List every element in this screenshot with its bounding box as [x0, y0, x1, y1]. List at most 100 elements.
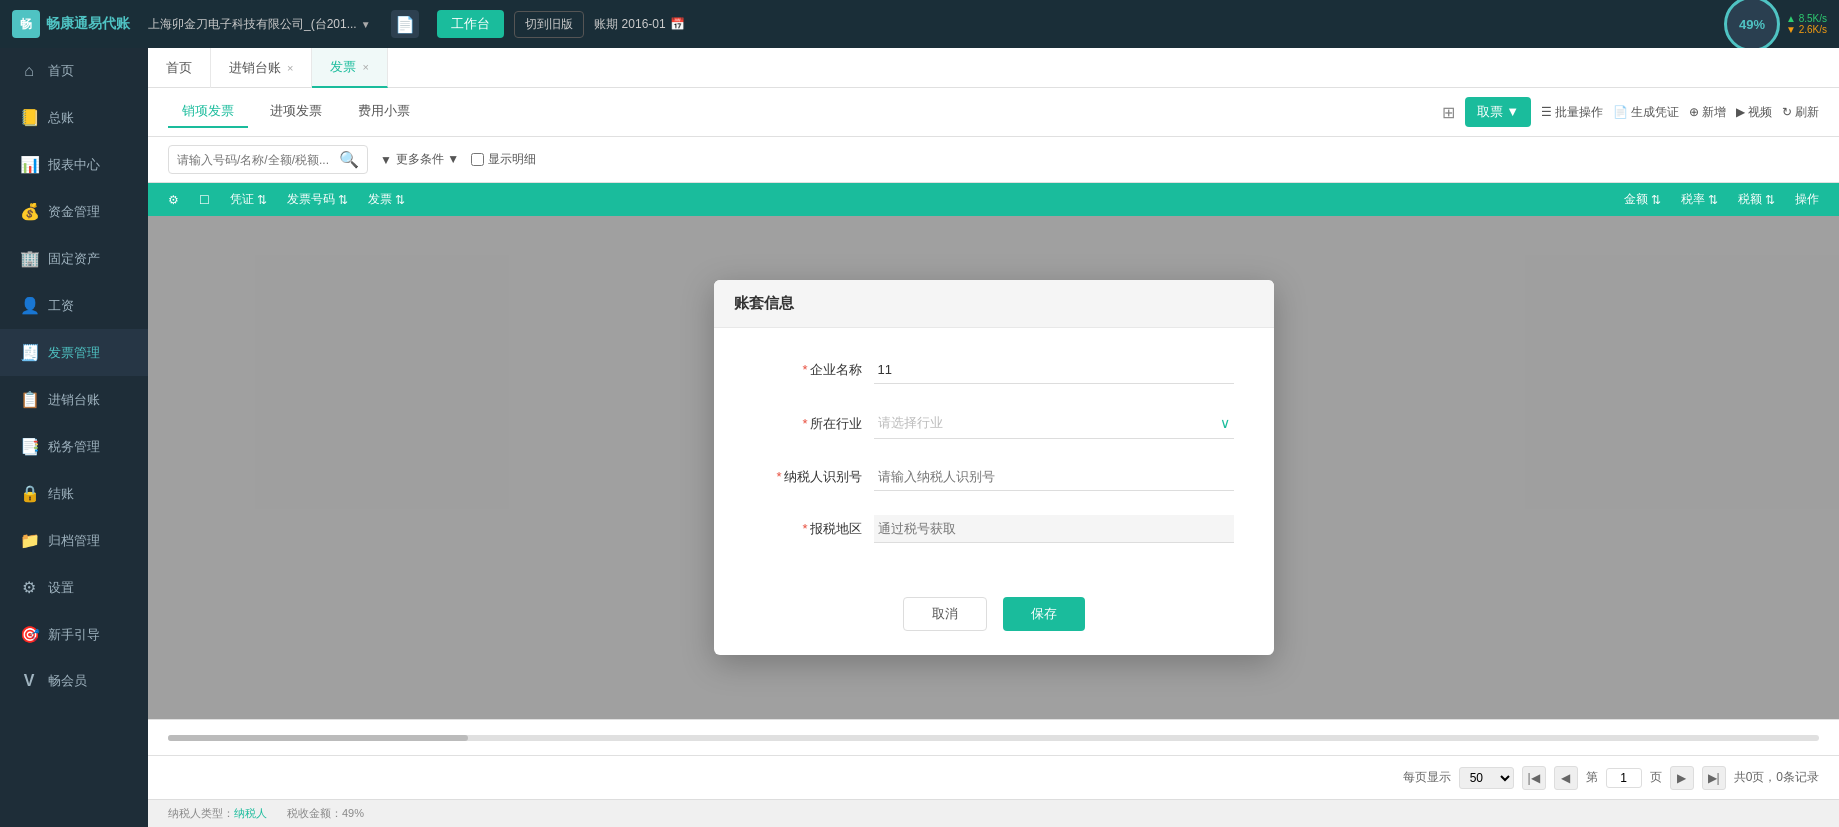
- pagination-bar: 每页显示 50 100 200 |◀ ◀ 第 页 ▶ ▶| 共0页，0条记录: [148, 755, 1839, 799]
- tab-invoice[interactable]: 发票 ×: [312, 48, 387, 88]
- company-dropdown-arrow: ▼: [361, 19, 371, 30]
- content-area: 首页 进销台账 × 发票 × 销项发票 进项发票 费用小票 ⊞: [148, 48, 1839, 827]
- filter-bar: 🔍 ▼ 更多条件 ▼ 显示明细: [148, 137, 1839, 183]
- logo-text: 畅康通易代账: [46, 15, 130, 33]
- sidebar-item-home[interactable]: ⌂ 首页: [0, 48, 148, 94]
- company-selector[interactable]: 上海卯金刀电子科技有限公司_(台201... ▼: [148, 16, 371, 33]
- footer-text: 纳税人类型：纳税人: [168, 806, 267, 821]
- search-box[interactable]: 🔍: [168, 145, 368, 174]
- cancel-button[interactable]: 取消: [903, 597, 987, 631]
- modal-overlay: 账套信息 *企业名称 *所在行业: [148, 216, 1839, 719]
- video-icon: ▶: [1736, 105, 1745, 119]
- refresh-button[interactable]: ↻ 刷新: [1782, 104, 1819, 121]
- show-detail-check[interactable]: [471, 153, 484, 166]
- first-page-button[interactable]: |◀: [1522, 766, 1546, 790]
- col-tax-amount[interactable]: 税额 ⇅: [1738, 191, 1775, 208]
- page-suffix: 页: [1650, 769, 1662, 786]
- gen-voucher-button[interactable]: 📄 生成凭证: [1613, 104, 1679, 121]
- sidebar-item-invoice[interactable]: 🧾 发票管理: [0, 329, 148, 376]
- main-layout: ⌂ 首页 📒 总账 📊 报表中心 💰 资金管理 🏢 固定资产 👤 工资 🧾 发票…: [0, 48, 1839, 827]
- industry-select[interactable]: 请选择行业 ∨: [874, 408, 1234, 439]
- add-button[interactable]: ⊕ 新增: [1689, 104, 1726, 121]
- filter-icon: ▼: [380, 153, 392, 167]
- reports-icon: 📊: [20, 155, 38, 174]
- last-page-button[interactable]: ▶|: [1702, 766, 1726, 790]
- per-page-select[interactable]: 50 100 200: [1459, 767, 1514, 789]
- sidebar-item-close[interactable]: 🔒 结账: [0, 470, 148, 517]
- sidebar-item-tax[interactable]: 📑 税务管理: [0, 423, 148, 470]
- batch-op-button[interactable]: ☰ 批量操作: [1541, 104, 1603, 121]
- form-row-tax-region: *报税地区: [754, 515, 1234, 543]
- tab-purchase-close[interactable]: ×: [287, 62, 293, 74]
- footer-link[interactable]: 纳税人: [234, 807, 267, 819]
- search-icon[interactable]: 🔍: [339, 150, 359, 169]
- tab-home[interactable]: 首页: [148, 48, 211, 88]
- page-number-input[interactable]: [1606, 768, 1642, 788]
- show-detail-checkbox[interactable]: 显示明细: [471, 151, 536, 168]
- sidebar-item-assets[interactable]: 🏢 固定资产: [0, 235, 148, 282]
- old-version-button[interactable]: 切到旧版: [514, 11, 584, 38]
- speed-indicator: 49%: [1724, 0, 1780, 52]
- archive-icon: 📁: [20, 531, 38, 550]
- batch-op-icon: ☰: [1541, 105, 1552, 119]
- page-label: 第: [1586, 769, 1598, 786]
- company-name-label: *企业名称: [754, 361, 874, 379]
- tab-invoice-close[interactable]: ×: [362, 61, 368, 73]
- col-voucher[interactable]: 凭证 ⇅: [230, 191, 267, 208]
- doc-icon[interactable]: 📄: [391, 10, 419, 38]
- guide-icon: 🎯: [20, 625, 38, 644]
- sidebar-item-purchase[interactable]: 📋 进销台账: [0, 376, 148, 423]
- take-invoice-button[interactable]: 取票 ▼: [1465, 97, 1531, 127]
- next-page-button[interactable]: ▶: [1670, 766, 1694, 790]
- tax-id-label: *纳税人识别号: [754, 468, 874, 486]
- company-name-input[interactable]: [874, 356, 1234, 384]
- show-detail-label: 显示明细: [488, 151, 536, 168]
- sidebar-item-settings[interactable]: ⚙ 设置: [0, 564, 148, 611]
- save-button[interactable]: 保存: [1003, 597, 1085, 631]
- sidebar-label-archive: 归档管理: [48, 532, 100, 550]
- search-input[interactable]: [177, 153, 333, 167]
- speed-info: ▲ 8.5K/s ▼ 2.6K/s: [1786, 13, 1827, 35]
- sidebar-item-ledger[interactable]: 📒 总账: [0, 94, 148, 141]
- sort-tax-icon: ⇅: [1765, 193, 1775, 207]
- form-row-industry: *所在行业 请选择行业 ∨: [754, 408, 1234, 439]
- more-filter-button[interactable]: ▼ 更多条件 ▼: [380, 151, 459, 168]
- sidebar-label-purchase: 进销台账: [48, 391, 100, 409]
- account-info-modal: 账套信息 *企业名称 *所在行业: [714, 280, 1274, 655]
- tax-id-input[interactable]: [874, 463, 1234, 491]
- sub-tab-purchase[interactable]: 进项发票: [256, 96, 336, 128]
- form-row-tax-id: *纳税人识别号: [754, 463, 1234, 491]
- prev-page-button[interactable]: ◀: [1554, 766, 1578, 790]
- payroll-icon: 👤: [20, 296, 38, 315]
- sidebar-label-assets: 固定资产: [48, 250, 100, 268]
- sidebar-label-home: 首页: [48, 62, 74, 80]
- workbench-button[interactable]: 工作台: [437, 10, 504, 38]
- col-invoice-type[interactable]: 发票 ⇅: [368, 191, 405, 208]
- col-tax-rate[interactable]: 税率 ⇅: [1681, 191, 1718, 208]
- calendar-icon[interactable]: 📅: [670, 17, 685, 31]
- member-icon: V: [20, 672, 38, 690]
- sidebar-label-finance: 资金管理: [48, 203, 100, 221]
- sidebar-item-finance[interactable]: 💰 资金管理: [0, 188, 148, 235]
- ledger-icon: 📒: [20, 108, 38, 127]
- scrollbar-thumb[interactable]: [168, 735, 468, 741]
- sidebar-item-reports[interactable]: 📊 报表中心: [0, 141, 148, 188]
- col-settings[interactable]: ⚙: [168, 193, 179, 207]
- col-checkbox[interactable]: ☐: [199, 193, 210, 207]
- tax-region-input: [874, 515, 1234, 543]
- grid-view-icon[interactable]: ⊞: [1442, 103, 1455, 122]
- sub-tab-expense[interactable]: 费用小票: [344, 96, 424, 128]
- col-invoice-no[interactable]: 发票号码 ⇅: [287, 191, 348, 208]
- video-button[interactable]: ▶ 视频: [1736, 104, 1772, 121]
- close-period-icon: 🔒: [20, 484, 38, 503]
- sub-tab-sales[interactable]: 销项发票: [168, 96, 248, 128]
- sidebar-item-payroll[interactable]: 👤 工资: [0, 282, 148, 329]
- sidebar-item-guide[interactable]: 🎯 新手引导: [0, 611, 148, 658]
- col-amount[interactable]: 金额 ⇅: [1624, 191, 1661, 208]
- tax-region-label: *报税地区: [754, 520, 874, 538]
- scrollbar-track[interactable]: [168, 735, 1819, 741]
- sidebar-item-member[interactable]: V 畅会员: [0, 658, 148, 704]
- sidebar-item-archive[interactable]: 📁 归档管理: [0, 517, 148, 564]
- sidebar-label-ledger: 总账: [48, 109, 74, 127]
- tab-purchase[interactable]: 进销台账 ×: [211, 48, 312, 88]
